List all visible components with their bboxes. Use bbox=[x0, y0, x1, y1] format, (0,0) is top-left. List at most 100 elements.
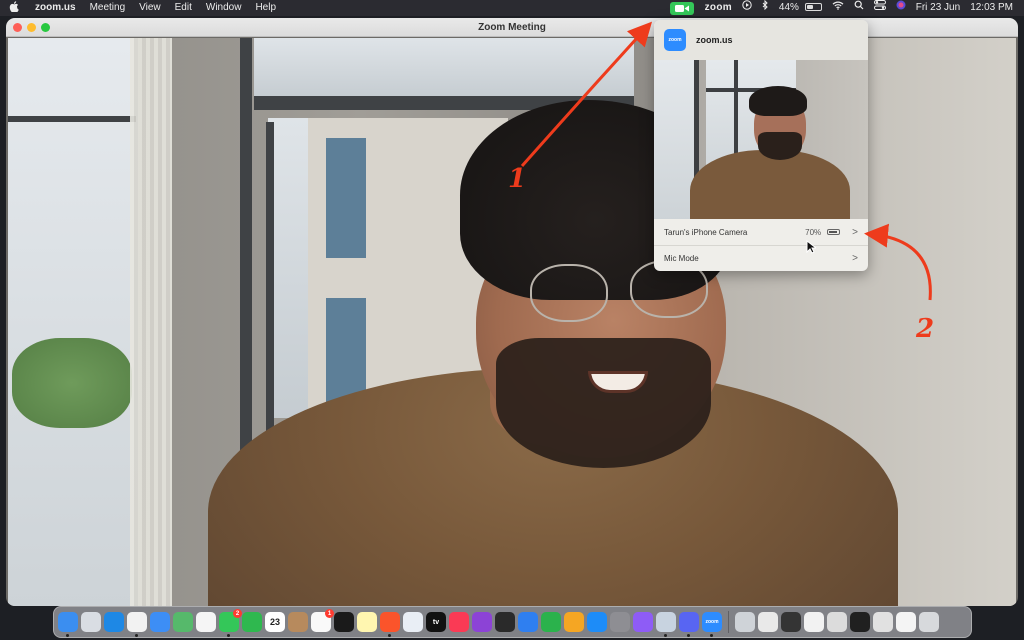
finder-icon[interactable] bbox=[58, 612, 78, 637]
reminders-icon[interactable]: 1 bbox=[311, 609, 334, 632]
battery-percent: 44% bbox=[778, 2, 799, 13]
trash-icon[interactable] bbox=[919, 612, 939, 632]
zoom-app-icon: zoom bbox=[664, 29, 686, 51]
maps-icon[interactable] bbox=[173, 612, 193, 632]
mouse-cursor-icon bbox=[806, 240, 816, 254]
camera-source-row[interactable]: Tarun's iPhone Camera 70% > bbox=[654, 219, 868, 245]
camera-in-use-icon[interactable] bbox=[669, 1, 694, 15]
wifi-icon[interactable] bbox=[827, 0, 849, 16]
spotlight-search-icon[interactable] bbox=[849, 0, 869, 16]
menu-edit[interactable]: Edit bbox=[168, 0, 199, 16]
app-menu[interactable]: zoom.us bbox=[28, 0, 83, 16]
preview-person-shirt bbox=[690, 150, 850, 219]
camera-row-right: 70% > bbox=[805, 227, 858, 238]
play-circle-icon[interactable] bbox=[737, 0, 757, 16]
reminders-badge: 1 bbox=[325, 609, 334, 618]
zoom-status-item[interactable]: zoom bbox=[700, 0, 737, 16]
window-frame bbox=[8, 116, 136, 122]
tree-foliage bbox=[12, 338, 132, 428]
facetime-icon[interactable] bbox=[242, 612, 262, 632]
curtain bbox=[130, 38, 172, 606]
notes-icon[interactable] bbox=[357, 612, 377, 632]
launchpad-icon[interactable] bbox=[81, 612, 101, 632]
system-settings-icon[interactable] bbox=[610, 612, 630, 632]
control-center-icon[interactable] bbox=[869, 0, 891, 16]
calendar-icon[interactable]: 23 bbox=[265, 612, 285, 632]
numbers-icon[interactable] bbox=[541, 612, 561, 632]
recent-window-7-icon[interactable] bbox=[873, 612, 893, 632]
menubar-time[interactable]: 12:03 PM bbox=[965, 0, 1018, 16]
window-title: Zoom Meeting bbox=[478, 22, 546, 33]
chrome-icon[interactable] bbox=[127, 612, 147, 637]
camera-preview bbox=[654, 60, 868, 219]
iphone-battery-icon bbox=[827, 229, 841, 235]
iphone-battery-percent: 70% bbox=[805, 227, 822, 237]
zoom-icon-label: zoom bbox=[668, 37, 682, 43]
annotation-number-2: 2 bbox=[916, 314, 935, 344]
fullscreen-window-button[interactable] bbox=[41, 23, 50, 32]
recent-window-5-icon[interactable] bbox=[827, 612, 847, 632]
recent-window-8-icon[interactable] bbox=[896, 612, 916, 632]
music-icon[interactable] bbox=[449, 612, 469, 632]
annotation-number-1: 1 bbox=[508, 164, 527, 194]
glasses-left-lens bbox=[530, 264, 608, 322]
feedback-icon[interactable] bbox=[633, 612, 653, 632]
minimize-window-button[interactable] bbox=[27, 23, 36, 32]
apple-tv-icon[interactable]: tv bbox=[426, 612, 446, 632]
camera-source-label: Tarun's iPhone Camera bbox=[664, 227, 748, 237]
brave-icon[interactable] bbox=[380, 612, 400, 637]
app-store-icon[interactable] bbox=[587, 612, 607, 632]
discord-icon[interactable] bbox=[679, 612, 699, 637]
intellij-icon[interactable] bbox=[495, 612, 515, 632]
preview-person-hair bbox=[749, 86, 807, 116]
left-window-pane bbox=[8, 38, 138, 606]
building-window bbox=[326, 138, 366, 258]
zoom-dock-label: zoom bbox=[705, 619, 719, 625]
zoom-icon[interactable]: zoom bbox=[702, 612, 722, 637]
mic-mode-row[interactable]: Mic Mode > bbox=[654, 245, 868, 271]
recent-window-1-icon[interactable] bbox=[735, 612, 755, 632]
messages-icon[interactable]: 2 bbox=[219, 609, 242, 637]
mail-icon[interactable] bbox=[150, 612, 170, 632]
recent-window-3-icon[interactable] bbox=[781, 612, 801, 632]
apple-tv-label: tv bbox=[432, 618, 440, 626]
preview-icon[interactable] bbox=[656, 612, 676, 637]
siri-icon[interactable] bbox=[891, 0, 911, 16]
photos-icon[interactable] bbox=[196, 612, 216, 632]
menubar-date[interactable]: Fri 23 Jun bbox=[911, 0, 965, 16]
podcasts-icon[interactable] bbox=[472, 612, 492, 632]
recent-window-2-icon[interactable] bbox=[758, 612, 778, 632]
recent-window-4-icon[interactable] bbox=[804, 612, 824, 632]
chevron-right-icon: > bbox=[852, 226, 858, 238]
bluetooth-icon[interactable] bbox=[757, 0, 774, 16]
battery-icon bbox=[804, 3, 822, 12]
calendar-day: 23 bbox=[269, 617, 280, 627]
recent-window-6-icon[interactable] bbox=[850, 612, 870, 632]
preview-person-beard bbox=[758, 132, 802, 160]
status-area: zoom 44% Fri 23 Jun 12:03 PM bbox=[669, 0, 1018, 16]
person-beard bbox=[496, 338, 711, 468]
pages-icon[interactable] bbox=[564, 612, 584, 632]
close-window-button[interactable] bbox=[13, 23, 22, 32]
mic-row-right: > bbox=[852, 253, 858, 264]
popover-app-name: zoom.us bbox=[696, 35, 733, 45]
menu-meeting[interactable]: Meeting bbox=[83, 0, 133, 16]
safari-icon[interactable] bbox=[104, 612, 124, 632]
camera-source-popover: zoom zoom.us Tarun's iPhone Camera 70% >… bbox=[654, 20, 868, 271]
freeform-icon[interactable] bbox=[403, 612, 423, 632]
keynote-icon[interactable] bbox=[334, 612, 354, 632]
dock-separator bbox=[728, 611, 729, 633]
dock: 2 23 1 tv zoom bbox=[53, 606, 972, 638]
apple-menu-icon[interactable] bbox=[0, 1, 28, 15]
contacts-icon[interactable] bbox=[288, 612, 308, 632]
menu-view[interactable]: View bbox=[132, 0, 168, 16]
menu-help[interactable]: Help bbox=[248, 0, 283, 16]
chevron-right-icon: > bbox=[852, 253, 858, 264]
preview-window-left bbox=[654, 60, 694, 219]
menu-window[interactable]: Window bbox=[199, 0, 249, 16]
keynote-podium-icon[interactable] bbox=[518, 612, 538, 632]
battery-status[interactable]: 44% bbox=[774, 0, 827, 16]
messages-badge: 2 bbox=[233, 609, 242, 618]
upper-window-pane bbox=[254, 38, 634, 98]
popover-header: zoom zoom.us bbox=[654, 20, 868, 60]
